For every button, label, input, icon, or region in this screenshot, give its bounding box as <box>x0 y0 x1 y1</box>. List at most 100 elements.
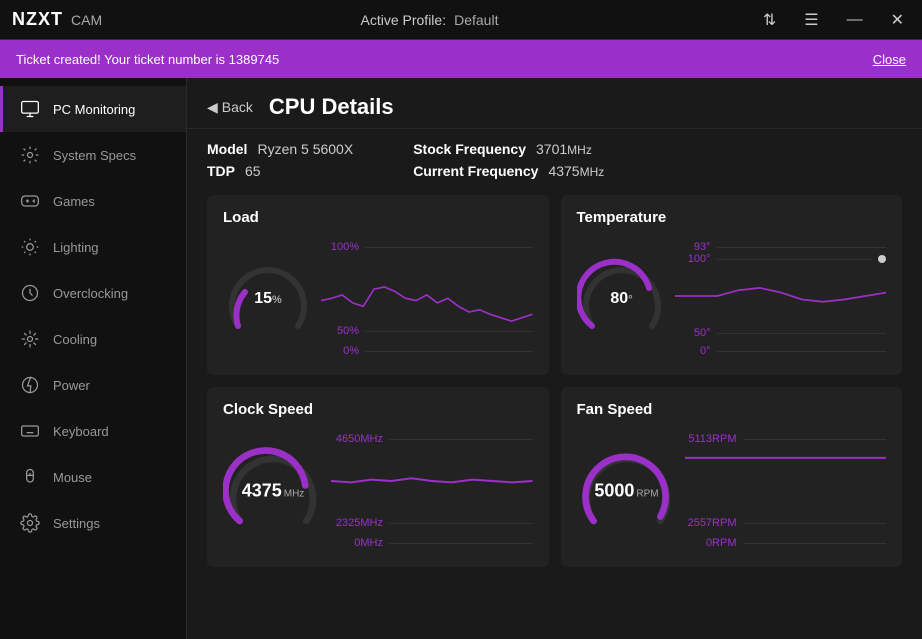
sidebar-label-games: Games <box>53 194 95 209</box>
sidebar-item-cooling[interactable]: Cooling <box>0 316 186 362</box>
fan-label-2557: 2557RPM <box>685 517 887 529</box>
clock-2325: 2325MHz <box>331 517 383 529</box>
load-card-title: Load <box>223 209 533 226</box>
fan-gauge: 5000RPM <box>577 441 677 541</box>
fan-card-title: Fan Speed <box>577 401 887 418</box>
clock-value: 4375MHz <box>242 481 305 502</box>
sidebar-label-settings: Settings <box>53 516 100 531</box>
cam-label: CAM <box>71 12 102 28</box>
close-button[interactable]: ✕ <box>885 6 910 34</box>
info-row: Model Ryzen 5 5600X TDP 65 Stock Frequen… <box>187 129 922 187</box>
info-group-left: Model Ryzen 5 5600X TDP 65 <box>207 141 353 179</box>
load-chart-svg-area <box>321 255 533 323</box>
overclocking-icon <box>19 282 41 304</box>
minimize-button[interactable]: — <box>841 7 869 33</box>
sidebar-item-keyboard[interactable]: Keyboard <box>0 408 186 454</box>
temp-0: 0° <box>675 345 711 357</box>
menu-button[interactable]: ☰ <box>798 6 824 34</box>
sidebar-label-keyboard: Keyboard <box>53 424 109 439</box>
settings-icon <box>19 512 41 534</box>
temp-93: 93° <box>675 241 711 253</box>
temp-100: 100° <box>675 253 711 265</box>
current-freq-label: Current Frequency <box>413 163 538 179</box>
active-profile-value: Default <box>454 12 498 28</box>
games-icon <box>19 190 41 212</box>
fan-label-5113: 5113RPM <box>685 433 887 445</box>
clock-gauge: 4375MHz <box>223 441 323 541</box>
clock-speed-card: Clock Speed 4375MHz <box>207 387 549 567</box>
title-bar-logo-area: NZXT CAM <box>12 9 102 30</box>
fan-0: 0RPM <box>685 537 737 549</box>
temp-50: 50° <box>675 327 711 339</box>
fan-chart-svg-area <box>685 447 887 515</box>
current-freq-unit: MHz <box>580 165 605 179</box>
current-freq-info: Current Frequency 4375MHz <box>413 163 604 179</box>
sidebar-label-cooling: Cooling <box>53 332 97 347</box>
nzxt-logo: NZXT <box>12 9 63 30</box>
model-label: Model <box>207 141 247 157</box>
monitor-icon <box>19 98 41 120</box>
specs-icon <box>19 144 41 166</box>
sidebar-item-mouse[interactable]: Mouse <box>0 454 186 500</box>
load-chart: 100% 50% <box>321 239 533 359</box>
current-freq-value: 4375MHz <box>548 163 604 179</box>
clock-4650: 4650MHz <box>331 433 383 445</box>
fan-chart: 5113RPM 2557RPM <box>685 431 887 551</box>
fan-2557: 2557RPM <box>685 517 737 529</box>
fan-label-0: 0RPM <box>685 537 887 549</box>
load-pct-50: 50% <box>321 325 359 337</box>
stock-freq-unit: MHz <box>567 143 592 157</box>
temp-chart-svg-area <box>675 267 887 325</box>
sidebar-item-pc-monitoring[interactable]: PC Monitoring <box>0 86 186 132</box>
clock-card-title: Clock Speed <box>223 401 533 418</box>
temp-value: 80° <box>610 290 632 308</box>
page-title: CPU Details <box>269 94 394 120</box>
load-label-100: 100% <box>321 241 533 253</box>
sidebar-label-overclocking: Overclocking <box>53 286 128 301</box>
sidebar-item-games[interactable]: Games <box>0 178 186 224</box>
content-header: ◀ Back CPU Details <box>187 78 922 129</box>
main-layout: PC Monitoring System Specs Games <box>0 78 922 639</box>
back-button[interactable]: ◀ Back <box>207 99 253 116</box>
cards-grid: Load 15% <box>187 187 922 575</box>
content-area: ◀ Back CPU Details Model Ryzen 5 5600X T… <box>187 78 922 639</box>
model-value: Ryzen 5 5600X <box>257 141 353 157</box>
temp-card-title: Temperature <box>577 209 887 226</box>
sidebar-item-lighting[interactable]: Lighting <box>0 224 186 270</box>
temp-label-50: 50° <box>675 327 887 339</box>
stock-freq-info: Stock Frequency 3701MHz <box>413 141 604 157</box>
temp-label-93: 93° <box>675 241 887 253</box>
load-label-50: 50% <box>321 325 533 337</box>
clock-chart: 4650MHz 2325MHz <box>331 431 533 551</box>
model-info: Model Ryzen 5 5600X <box>207 141 353 157</box>
tdp-info: TDP 65 <box>207 163 353 179</box>
title-bar-controls: ⇅ ☰ — ✕ <box>757 6 910 34</box>
sidebar-label-lighting: Lighting <box>53 240 99 255</box>
notification-text: Ticket created! Your ticket number is 13… <box>16 52 279 67</box>
fan-value: 5000RPM <box>594 481 658 502</box>
load-label-0: 0% <box>321 345 533 357</box>
load-pct-100: 100% <box>321 241 359 253</box>
load-card: Load 15% <box>207 195 549 375</box>
sidebar-label-system-specs: System Specs <box>53 148 136 163</box>
temp-gauge: 80° <box>577 254 667 344</box>
temp-label-100: 100° <box>675 253 887 265</box>
sidebar-item-overclocking[interactable]: Overclocking <box>0 270 186 316</box>
temp-dot-indicator <box>878 255 886 263</box>
load-value: 15% <box>254 290 282 308</box>
swap-button[interactable]: ⇅ <box>757 6 782 34</box>
sidebar-item-power[interactable]: Power <box>0 362 186 408</box>
sidebar-item-settings[interactable]: Settings <box>0 500 186 546</box>
sidebar-item-system-specs[interactable]: System Specs <box>0 132 186 178</box>
clock-chart-svg-area <box>331 447 533 515</box>
temp-chart: 93° 100° <box>675 239 887 359</box>
mouse-icon <box>19 466 41 488</box>
info-group-right: Stock Frequency 3701MHz Current Frequenc… <box>413 141 604 179</box>
notification-close-button[interactable]: Close <box>873 52 906 67</box>
load-gauge-area: 15% 100% 5 <box>223 234 533 364</box>
sidebar-label-power: Power <box>53 378 90 393</box>
cooling-icon <box>19 328 41 350</box>
keyboard-icon <box>19 420 41 442</box>
active-profile-label: Active Profile: <box>361 12 447 28</box>
sidebar-label-mouse: Mouse <box>53 470 92 485</box>
